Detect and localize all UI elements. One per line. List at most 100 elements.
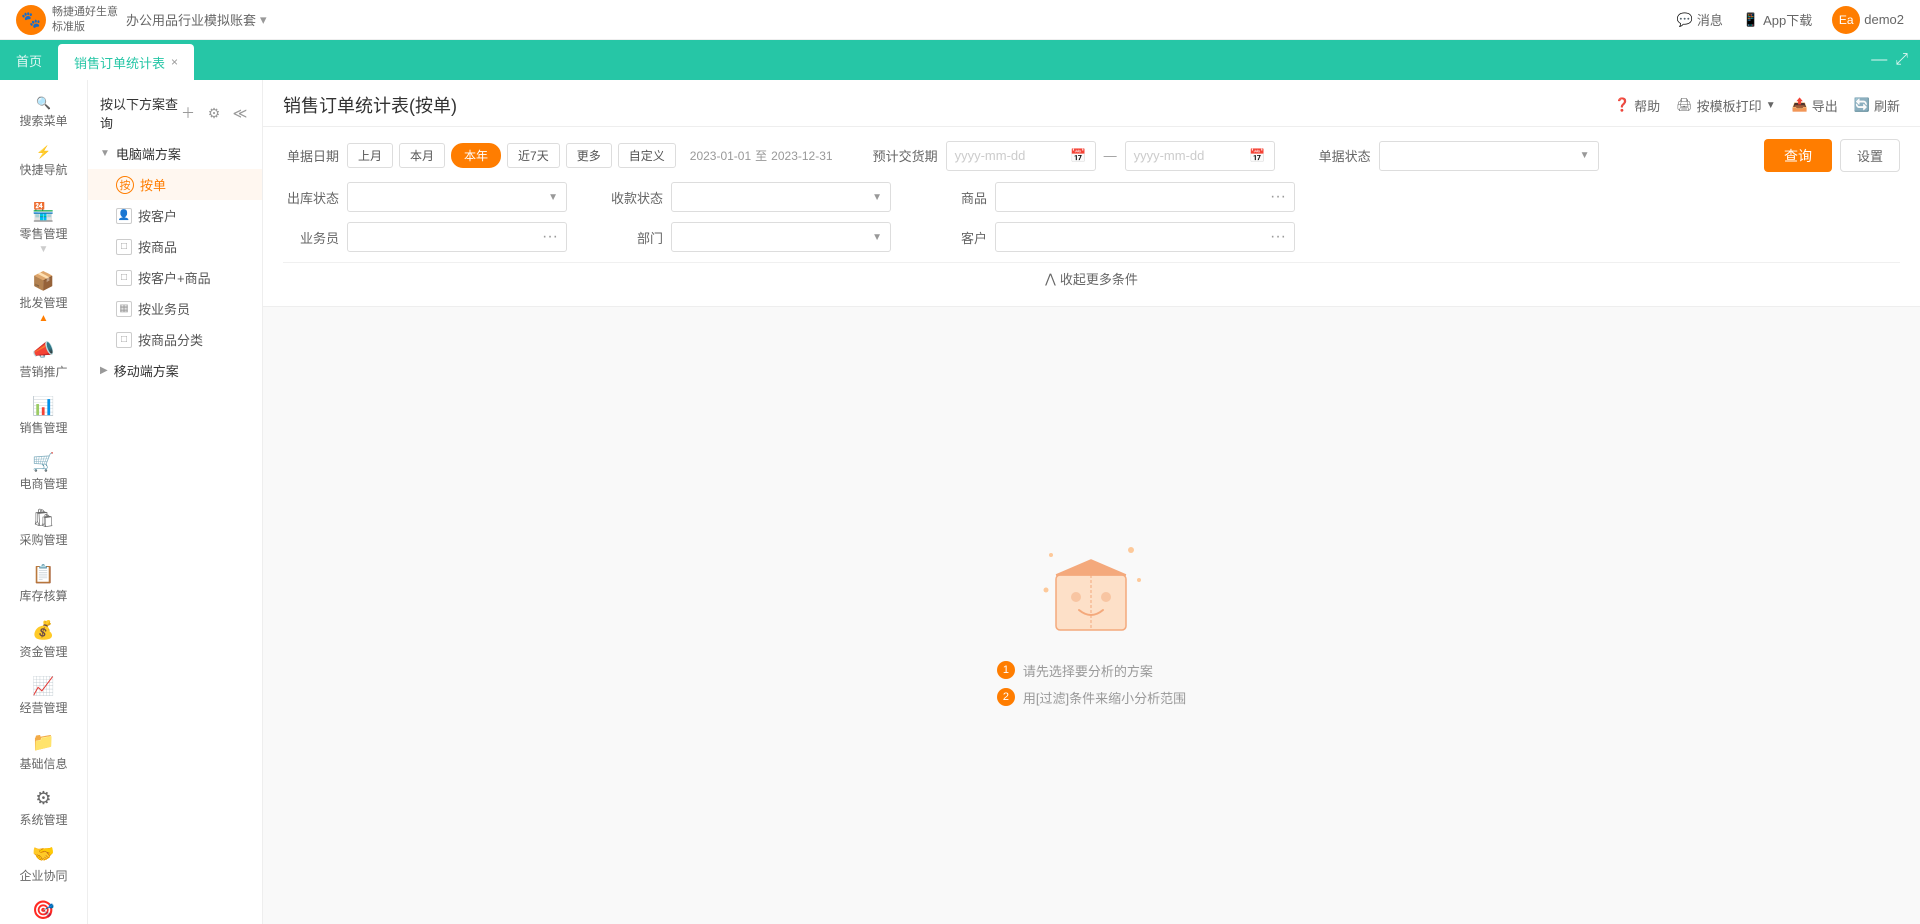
message-icon: 💬 bbox=[1677, 12, 1693, 28]
collapse-panel-button[interactable]: ≪ bbox=[230, 103, 250, 123]
sidebar-item-retail[interactable]: 🏪 零售管理 ▼ bbox=[0, 194, 87, 263]
empty-tip-1: 1 请先选择要分析的方案 bbox=[997, 661, 1186, 680]
scheme-item-by-cust-prod[interactable]: □ 按客户+商品 bbox=[88, 262, 262, 293]
page-actions: ❓ 帮助 🖨 按模板打印 ▼ 📤 导出 🔄 刷新 bbox=[1614, 96, 1900, 115]
status-dropdown-icon: ▼ bbox=[1580, 150, 1590, 161]
customer-select[interactable]: ··· bbox=[995, 222, 1295, 252]
product-filter-section: 商品 ··· bbox=[931, 182, 1900, 212]
left-panel: 按以下方案查询 ＋ ⚙ ≪ ▼ 电脑端方案 按 按单 👤 bbox=[88, 80, 263, 924]
sidebar-item-marketing[interactable]: 📣 营销推广 bbox=[0, 332, 87, 388]
marketing-icon: 📣 bbox=[32, 340, 54, 361]
scheme-item-by-product[interactable]: □ 按商品 bbox=[88, 231, 262, 262]
app-download-button[interactable]: 📱 App下载 bbox=[1743, 10, 1812, 29]
tab-maximize-button[interactable]: ⤢ bbox=[1895, 51, 1908, 69]
avatar: Ea bbox=[1832, 6, 1860, 34]
refresh-button[interactable]: 🔄 刷新 bbox=[1854, 96, 1900, 115]
sidebar-item-newbie[interactable]: 🎯 新手引导 bbox=[0, 892, 87, 924]
export-icon: 📤 bbox=[1792, 97, 1808, 113]
scheme-item-by-salesperson[interactable]: ▦ 按业务员 bbox=[88, 293, 262, 324]
scheme-settings-button[interactable]: ⚙ bbox=[204, 103, 224, 123]
print-button[interactable]: 🖨 按模板打印 ▼ bbox=[1676, 96, 1775, 115]
sidebar-item-sales[interactable]: 📊 销售管理 bbox=[0, 388, 87, 444]
export-button[interactable]: 📤 导出 bbox=[1792, 96, 1838, 115]
collapse-filter-button[interactable]: ⋀ 收起更多条件 bbox=[283, 262, 1900, 294]
date-dash: — bbox=[1104, 148, 1117, 163]
customer-more-icon: ··· bbox=[1270, 228, 1286, 246]
date-btn-this-year[interactable]: 本年 bbox=[451, 143, 501, 168]
expected-date-from-input[interactable]: yyyy-mm-dd 📅 bbox=[946, 141, 1096, 171]
status-select[interactable]: ▼ bbox=[1379, 141, 1599, 171]
enterprise-icon: 🤝 bbox=[32, 844, 54, 865]
sales-icon: 📊 bbox=[32, 396, 54, 417]
collapse-icon: ⋀ bbox=[1045, 271, 1056, 287]
tip-num-1: 1 bbox=[997, 661, 1015, 679]
payment-status-section: 收款状态 ▼ bbox=[607, 182, 891, 212]
sidebar-item-ecommerce[interactable]: 🛒 电商管理 bbox=[0, 444, 87, 500]
date-btn-this-month[interactable]: 本月 bbox=[399, 143, 445, 168]
empty-state: 1 请先选择要分析的方案 2 用[过滤]条件来缩小分析范围 bbox=[997, 525, 1186, 707]
date-filter-section: 单据日期 上月 本月 本年 近7天 更多 自定义 2023-01-01 至 bbox=[283, 143, 833, 168]
sidebar-item-basic[interactable]: 📁 基础信息 bbox=[0, 724, 87, 780]
message-button[interactable]: 💬 消息 bbox=[1677, 10, 1723, 29]
tab-sales-order-stats[interactable]: 销售订单统计表 × bbox=[58, 44, 194, 80]
filter-row-2: 出库状态 ▼ 收款状态 ▼ 商品 bbox=[283, 182, 1900, 212]
sidebar-search[interactable]: 🔍 搜索菜单 bbox=[0, 88, 87, 137]
add-scheme-button[interactable]: ＋ bbox=[178, 103, 198, 123]
top-bar-right: 💬 消息 📱 App下载 Ea demo2 bbox=[1677, 6, 1904, 34]
sidebar-item-enterprise[interactable]: 🤝 企业协同 bbox=[0, 836, 87, 892]
settings-button[interactable]: 设置 bbox=[1840, 139, 1900, 172]
tab-home[interactable]: 首页 bbox=[0, 40, 58, 80]
scheme-group-mobile-arrow-icon: ▶ bbox=[100, 365, 108, 376]
page-header: 销售订单统计表(按单) ❓ 帮助 🖨 按模板打印 ▼ 📤 导出 bbox=[263, 80, 1920, 127]
calendar-to-icon: 📅 bbox=[1249, 148, 1265, 164]
payment-status-select[interactable]: ▼ bbox=[671, 182, 891, 212]
sidebar-item-operations[interactable]: 📈 经营管理 bbox=[0, 668, 87, 724]
empty-tip-2: 2 用[过滤]条件来缩小分析范围 bbox=[997, 688, 1186, 707]
scheme-group-mobile-header[interactable]: ▶ 移动端方案 bbox=[88, 355, 262, 386]
retail-icon: 🏪 bbox=[32, 202, 54, 223]
filter-row-1: 单据日期 上月 本月 本年 近7天 更多 自定义 2023-01-01 至 bbox=[283, 139, 1900, 172]
sidebar-item-quicknav[interactable]: ⚡ 快捷导航 bbox=[0, 137, 87, 186]
date-btn-custom[interactable]: 自定义 bbox=[618, 143, 676, 168]
right-panel: 销售订单统计表(按单) ❓ 帮助 🖨 按模板打印 ▼ 📤 导出 bbox=[263, 80, 1920, 924]
department-dropdown-icon: ▼ bbox=[872, 232, 882, 243]
top-bar-left: 🐾 畅捷通好生意 标准版 办公用品行业模拟账套 ▾ bbox=[16, 5, 267, 35]
sidebar-item-wholesale[interactable]: 📦 批发管理 ▲ bbox=[0, 263, 87, 332]
date-range-display: 2023-01-01 至 2023-12-31 bbox=[690, 147, 833, 164]
delivery-status-select[interactable]: ▼ bbox=[347, 182, 567, 212]
help-button[interactable]: ❓ 帮助 bbox=[1614, 96, 1660, 115]
scheme-group-desktop-header[interactable]: ▼ 电脑端方案 bbox=[88, 138, 262, 169]
page-title: 销售订单统计表(按单) bbox=[283, 92, 457, 118]
date-btn-more[interactable]: 更多 bbox=[566, 143, 612, 168]
left-panel-actions: ＋ ⚙ ≪ bbox=[178, 103, 250, 123]
breadcrumb[interactable]: 办公用品行业模拟账套 ▾ bbox=[126, 10, 267, 29]
department-select[interactable]: ▼ bbox=[671, 222, 891, 252]
product-select[interactable]: ··· bbox=[995, 182, 1295, 212]
sidebar-item-inventory[interactable]: 📋 库存核算 bbox=[0, 556, 87, 612]
salesperson-select[interactable]: ··· bbox=[347, 222, 567, 252]
sidebar-item-purchase[interactable]: 🛍 采购管理 bbox=[0, 500, 87, 556]
scheme-item-by-order[interactable]: 按 按单 bbox=[88, 169, 262, 200]
tab-close-icon[interactable]: × bbox=[171, 55, 178, 69]
scheme-group-desktop: ▼ 电脑端方案 按 按单 👤 按客户 □ 按商品 □ 按客户+商品 bbox=[88, 138, 262, 355]
payment-dropdown-icon: ▼ bbox=[872, 192, 882, 203]
scheme-item-by-category[interactable]: □ 按商品分类 bbox=[88, 324, 262, 355]
tab-minimize-button[interactable]: — bbox=[1871, 51, 1887, 69]
user-menu[interactable]: Ea demo2 bbox=[1832, 6, 1904, 34]
scheme-icon-by-customer: 👤 bbox=[116, 208, 132, 224]
date-btn-last-month[interactable]: 上月 bbox=[347, 143, 393, 168]
sidebar-item-finance[interactable]: 💰 资金管理 bbox=[0, 612, 87, 668]
delivery-status-section: 出库状态 ▼ bbox=[283, 182, 567, 212]
expected-date-to-input[interactable]: yyyy-mm-dd 📅 bbox=[1125, 141, 1275, 171]
purchase-icon: 🛍 bbox=[32, 508, 55, 529]
date-btn-last-7-days[interactable]: 近7天 bbox=[507, 143, 560, 168]
tip-num-2: 2 bbox=[997, 688, 1015, 706]
wholesale-icon: 📦 bbox=[32, 271, 54, 292]
scheme-item-by-customer[interactable]: 👤 按客户 bbox=[88, 200, 262, 231]
query-button[interactable]: 查询 bbox=[1764, 139, 1832, 172]
print-dropdown-icon: ▼ bbox=[1766, 100, 1776, 111]
scheme-group-mobile: ▶ 移动端方案 bbox=[88, 355, 262, 386]
download-icon: 📱 bbox=[1743, 12, 1759, 28]
newbie-icon: 🎯 bbox=[32, 900, 54, 921]
sidebar-item-system[interactable]: ⚙ 系统管理 bbox=[0, 780, 87, 836]
